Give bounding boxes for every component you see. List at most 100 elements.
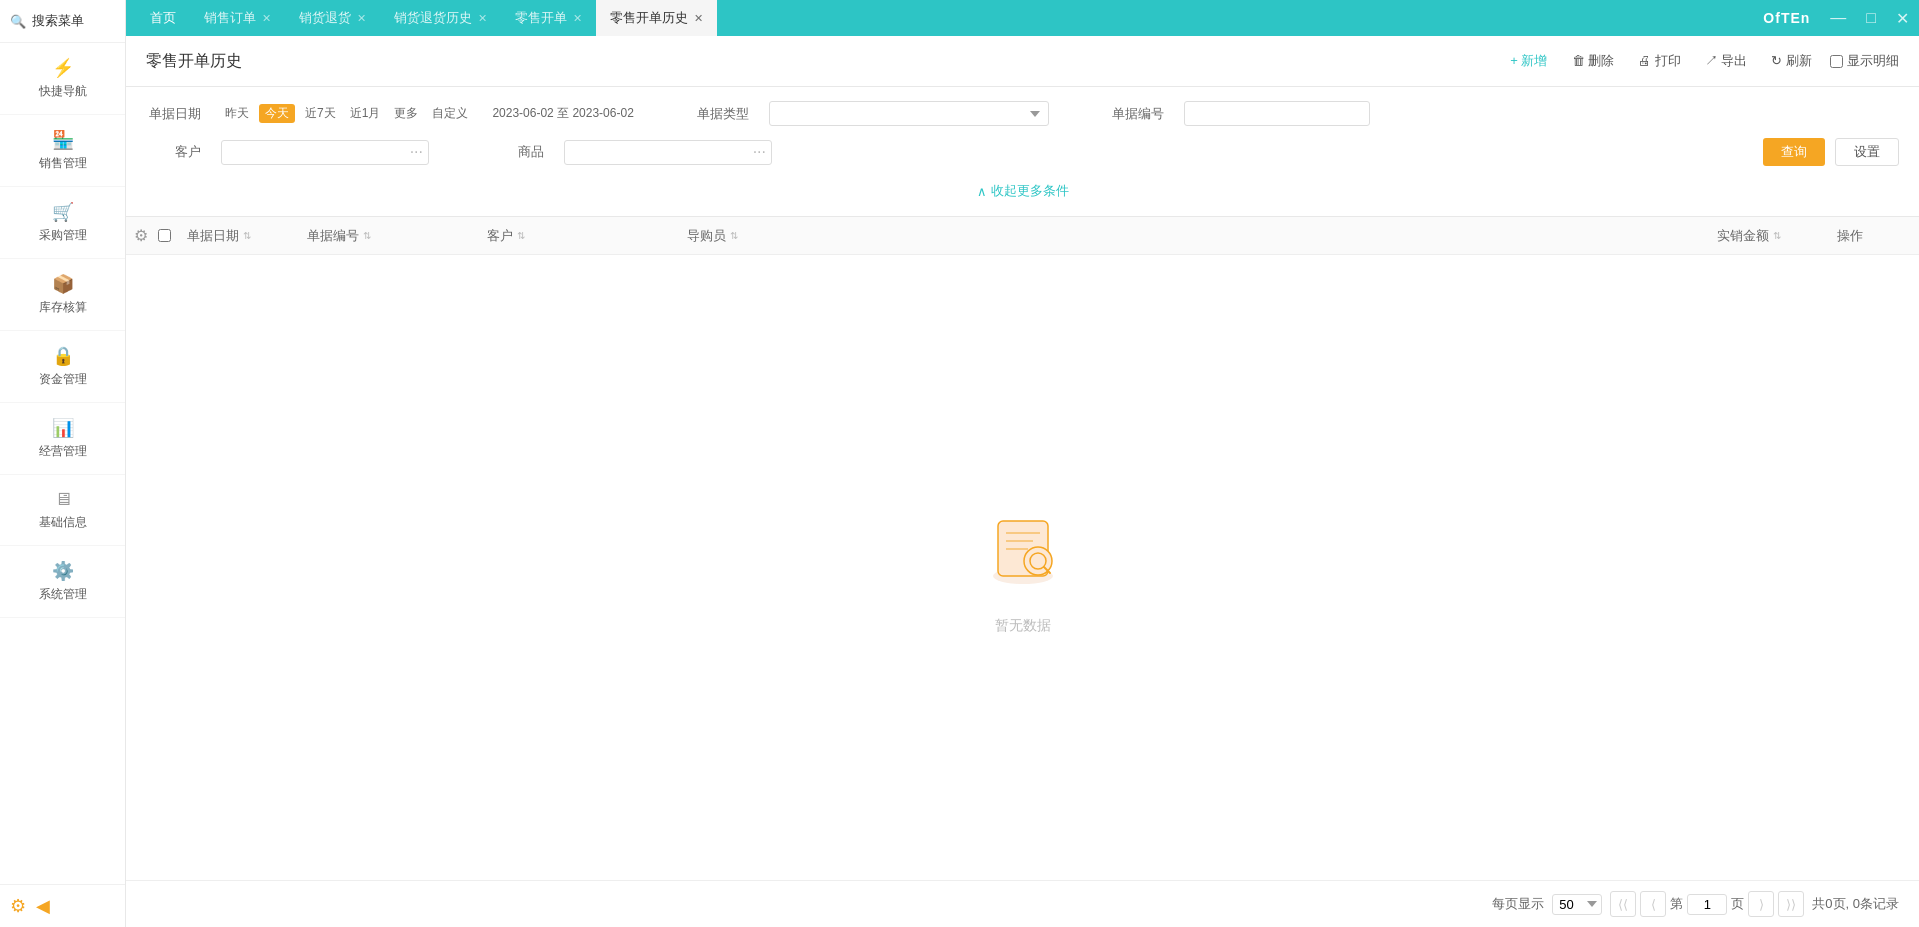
th-number-label: 单据编号 [307,227,359,245]
tab-home[interactable]: 首页 [136,0,190,36]
goods-picker-icon[interactable]: ··· [753,143,766,161]
search-icon: 🔍 [10,14,26,29]
sidebar-item-label: 库存核算 [39,299,87,316]
pagination: 每页显示 50 10 20 100 ⟨⟨ ⟨ 第 页 ⟩ ⟩⟩ 共0页, 0条记… [126,880,1919,927]
empty-state: 暂无数据 [126,255,1919,880]
tab-sales-return[interactable]: 销货退货 ✕ [285,0,380,36]
sidebar-item-finance[interactable]: 🔒 资金管理 [0,331,125,403]
sort-icon: ⇅ [363,230,371,241]
collapse-filter-bar[interactable]: ∧ 收起更多条件 [146,178,1899,208]
sidebar-item-label: 快捷导航 [39,83,87,100]
type-filter-select[interactable] [769,101,1049,126]
tab-retail-open[interactable]: 零售开单 ✕ [501,0,596,36]
per-page-label: 每页显示 [1492,895,1544,913]
tab-label: 零售开单 [515,9,567,27]
date-more-btn[interactable]: 更多 [390,104,422,123]
finance-icon: 🔒 [52,345,74,367]
tab-retail-history[interactable]: 零售开单历史 ✕ [596,0,717,36]
export-button[interactable]: ↗ 导出 [1699,48,1754,74]
th-number[interactable]: 单据编号 ⇅ [301,219,481,253]
date-7days-btn[interactable]: 近7天 [301,104,340,123]
sidebar: 🔍 搜索菜单 ⚡ 快捷导航 🏪 销售管理 🛒 采购管理 📦 库存核算 🔒 资金管… [0,0,126,927]
page-label-suffix: 页 [1731,895,1744,913]
sidebar-bottom: ⚙ ◀ [0,884,125,927]
customer-filter-label: 客户 [146,143,201,161]
th-date[interactable]: 单据日期 ⇅ [181,219,301,253]
prev-page-button[interactable]: ⟨ [1640,891,1666,917]
base-info-icon: 🖥 [54,489,72,510]
sidebar-item-inventory[interactable]: 📦 库存核算 [0,259,125,331]
filter-row-2: 客户 ··· 商品 ··· 查询 设置 [146,138,1899,166]
show-detail-input[interactable] [1830,55,1843,68]
number-filter-label: 单据编号 [1109,105,1164,123]
setting-button[interactable]: 设置 [1835,138,1899,166]
table-header: ⚙ 单据日期 ⇅ 单据编号 ⇅ 客户 ⇅ 导购员 ⇅ [126,217,1919,255]
tab-label: 零售开单历史 [610,9,688,27]
goods-filter-label: 商品 [489,143,544,161]
th-guide[interactable]: 导购员 ⇅ [681,219,831,253]
close-icon[interactable]: ✕ [573,12,582,25]
th-action: 操作 [1831,219,1911,253]
first-page-button[interactable]: ⟨⟨ [1610,891,1636,917]
close-icon[interactable]: ✕ [694,12,703,25]
refresh-button[interactable]: ↻ 刷新 [1765,48,1818,74]
tab-sales-order[interactable]: 销售订单 ✕ [190,0,285,36]
next-page-button[interactable]: ⟩ [1748,891,1774,917]
th-customer[interactable]: 客户 ⇅ [481,219,681,253]
query-button[interactable]: 查询 [1763,138,1825,166]
filter-area: 单据日期 昨天 今天 近7天 近1月 更多 自定义 2023-06-02 至 2… [126,87,1919,217]
chevron-up-icon: ∧ [977,184,987,199]
tab-sales-return-history[interactable]: 销货退货历史 ✕ [380,0,501,36]
page-header: 零售开单历史 + 新增 🗑 删除 🖨 打印 ↗ 导出 ↻ 刷新 显示明细 [126,36,1919,87]
new-button[interactable]: + 新增 [1504,48,1553,74]
number-filter-input[interactable] [1184,101,1370,126]
type-filter-label: 单据类型 [694,105,749,123]
show-detail-label: 显示明细 [1847,52,1899,70]
sidebar-item-sys-mgmt[interactable]: ⚙️ 系统管理 [0,546,125,618]
sidebar-item-label: 基础信息 [39,514,87,531]
close-icon[interactable]: ✕ [478,12,487,25]
th-customer-label: 客户 [487,227,513,245]
sidebar-item-operations[interactable]: 📊 经营管理 [0,403,125,475]
page-number-input[interactable] [1687,894,1727,915]
date-custom-btn[interactable]: 自定义 [428,104,472,123]
close-icon[interactable]: ✕ [262,12,271,25]
window-maximize-icon[interactable]: □ [1866,9,1876,27]
sidebar-item-purchase-mgmt[interactable]: 🛒 采购管理 [0,187,125,259]
column-settings-icon[interactable]: ⚙ [134,226,148,245]
last-page-button[interactable]: ⟩⟩ [1778,891,1804,917]
date-1month-btn[interactable]: 近1月 [346,104,385,123]
sidebar-item-label: 采购管理 [39,227,87,244]
collapse-label: 收起更多条件 [991,182,1069,200]
sidebar-item-quick-nav[interactable]: ⚡ 快捷导航 [0,43,125,115]
sales-icon: 🏪 [52,129,74,151]
customer-picker-icon[interactable]: ··· [410,143,423,161]
sidebar-item-sales-mgmt[interactable]: 🏪 销售管理 [0,115,125,187]
date-range-display: 2023-06-02 至 2023-06-02 [492,105,633,122]
window-close-icon[interactable]: ✕ [1896,9,1909,28]
th-amount-label: 实销金额 [1717,227,1769,245]
filter-row-1: 单据日期 昨天 今天 近7天 近1月 更多 自定义 2023-06-02 至 2… [146,101,1899,126]
date-yesterday-btn[interactable]: 昨天 [221,104,253,123]
per-page-select[interactable]: 50 10 20 100 [1552,894,1602,915]
customer-filter-input[interactable] [221,140,429,165]
window-minimize-icon[interactable]: — [1830,9,1846,27]
date-today-btn[interactable]: 今天 [259,104,295,123]
goods-filter-input[interactable] [564,140,772,165]
print-button[interactable]: 🖨 打印 [1632,48,1687,74]
sys-icon: ⚙️ [52,560,74,582]
table-section: ⚙ 单据日期 ⇅ 单据编号 ⇅ 客户 ⇅ 导购员 ⇅ [126,217,1919,880]
select-all-checkbox[interactable] [158,229,171,242]
delete-button[interactable]: 🗑 删除 [1566,48,1621,74]
inventory-icon: 📦 [52,273,74,295]
nav-right: OfTEn — □ ✕ [1755,9,1909,28]
sort-icon: ⇅ [243,230,251,241]
collapse-sidebar-icon[interactable]: ◀ [36,895,50,917]
sort-icon: ⇅ [1773,230,1781,241]
close-icon[interactable]: ✕ [357,12,366,25]
sidebar-item-base-info[interactable]: 🖥 基础信息 [0,475,125,546]
th-amount[interactable]: 实销金额 ⇅ [1711,219,1831,253]
sidebar-search[interactable]: 🔍 搜索菜单 [0,0,125,43]
settings-icon[interactable]: ⚙ [10,895,26,917]
show-detail-checkbox[interactable]: 显示明细 [1830,52,1899,70]
